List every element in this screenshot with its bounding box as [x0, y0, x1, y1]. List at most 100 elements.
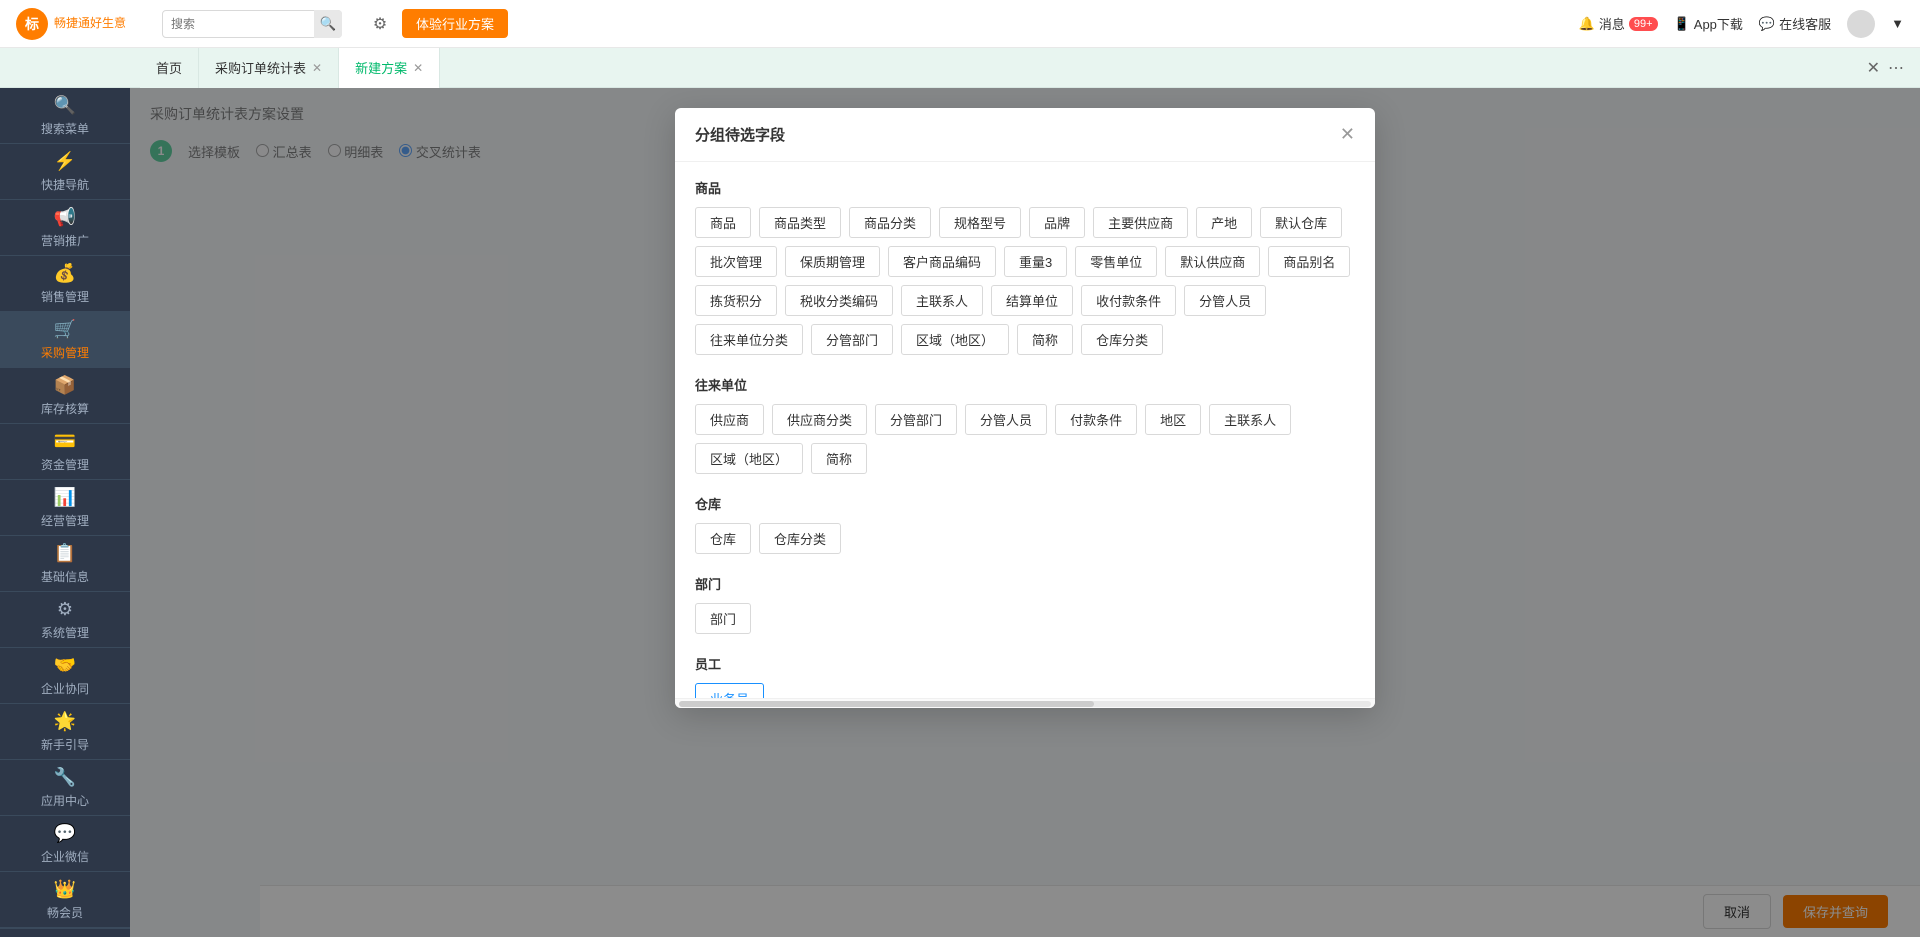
field-tag[interactable]: 主联系人 — [1209, 404, 1291, 435]
field-tag[interactable]: 主联系人 — [901, 285, 983, 316]
tab-purchase-stats-close[interactable]: ✕ — [312, 61, 322, 75]
sidebar-item-shortcut[interactable]: ⚡ 快捷导航 — [0, 144, 130, 200]
logo-area: 标 畅捷通好生意 — [16, 8, 146, 40]
tab-new-plan-close[interactable]: ✕ — [413, 61, 423, 75]
field-tag[interactable]: 往来单位分类 — [695, 324, 803, 355]
field-tag[interactable]: 付款条件 — [1055, 404, 1137, 435]
field-tag[interactable]: 仓库 — [695, 523, 751, 554]
search-box: 🔍 — [162, 10, 342, 38]
field-tag[interactable]: 拣货积分 — [695, 285, 777, 316]
field-tag[interactable]: 商品类型 — [759, 207, 841, 238]
field-tag[interactable]: 仓库分类 — [759, 523, 841, 554]
tab-home-label: 首页 — [156, 58, 182, 77]
service-icon: 💬 — [1759, 16, 1775, 32]
avatar[interactable] — [1847, 10, 1875, 38]
field-tag[interactable]: 品牌 — [1029, 207, 1085, 238]
trial-button[interactable]: 体验行业方案 — [402, 9, 508, 38]
field-tag[interactable]: 商品分类 — [849, 207, 931, 238]
field-tag[interactable]: 地区 — [1145, 404, 1201, 435]
modal-close-button[interactable]: ✕ — [1340, 124, 1355, 145]
field-tag[interactable]: 区域（地区） — [695, 443, 803, 474]
field-tag[interactable]: 商品 — [695, 207, 751, 238]
settings-icon[interactable]: ⚙ — [366, 10, 394, 38]
notification-button[interactable]: 🔔 消息 99+ — [1579, 14, 1658, 33]
section-contacts-title: 往来单位 — [695, 375, 1355, 394]
section-goods: 商品 商品 商品类型 商品分类 规格型号 品牌 主要供应商 产地 默认仓库 批次… — [695, 178, 1355, 355]
horizontal-scrollbar-thumb — [679, 701, 1094, 707]
sidebar-item-search[interactable]: 🔍 搜索菜单 — [0, 88, 130, 144]
sidebar-item-wechat[interactable]: 💬 企业微信 — [0, 816, 130, 872]
field-tag[interactable]: 简称 — [811, 443, 867, 474]
field-tag[interactable]: 主要供应商 — [1093, 207, 1188, 238]
app-download-button[interactable]: 📱 App下载 — [1674, 14, 1743, 33]
field-tag[interactable]: 仓库分类 — [1081, 324, 1163, 355]
tab-home[interactable]: 首页 — [140, 48, 199, 88]
field-tag[interactable]: 税收分类编码 — [785, 285, 893, 316]
field-tag[interactable]: 客户商品编码 — [888, 246, 996, 277]
field-tag[interactable]: 分管部门 — [811, 324, 893, 355]
main-layout: 🔍 搜索菜单 ⚡ 快捷导航 📢 营销推广 💰 销售管理 🛒 采购管理 📦 库存核… — [0, 88, 1920, 937]
top-right-actions: 🔔 消息 99+ 📱 App下载 💬 在线客服 ▼ — [1579, 10, 1904, 38]
field-tag[interactable]: 简称 — [1017, 324, 1073, 355]
field-tag-salesperson[interactable]: 业务员 — [695, 683, 764, 698]
field-tag[interactable]: 零售单位 — [1075, 246, 1157, 277]
tab-new-plan-label: 新建方案 — [355, 58, 407, 77]
sidebar-item-app-center[interactable]: 🔧 应用中心 — [0, 760, 130, 816]
sidebar-item-collab[interactable]: 🤝 企业协同 — [0, 648, 130, 704]
field-tag[interactable]: 收付款条件 — [1081, 285, 1176, 316]
search-button[interactable]: 🔍 — [314, 10, 342, 38]
field-tag[interactable]: 保质期管理 — [785, 246, 880, 277]
sidebar-item-collab-label: 企业协同 — [41, 680, 89, 697]
field-tag[interactable]: 供应商 — [695, 404, 764, 435]
field-tag[interactable]: 分管人员 — [1184, 285, 1266, 316]
sidebar-item-basic-info[interactable]: 📋 基础信息 — [0, 536, 130, 592]
field-tag[interactable]: 默认仓库 — [1260, 207, 1342, 238]
app-download-label: App下载 — [1694, 14, 1743, 33]
section-contacts-fields: 供应商 供应商分类 分管部门 分管人员 付款条件 地区 主联系人 区域（地区） … — [695, 404, 1355, 474]
sidebar-item-marketing[interactable]: 📢 营销推广 — [0, 200, 130, 256]
sidebar-item-operations-label: 经营管理 — [41, 512, 89, 529]
topbar: 标 畅捷通好生意 🔍 ⚙ 体验行业方案 🔔 消息 99+ 📱 App下载 💬 在… — [0, 0, 1920, 48]
sidebar-item-finance[interactable]: 💳 资金管理 — [0, 424, 130, 480]
field-tag[interactable]: 分管部门 — [875, 404, 957, 435]
finance-icon: 💳 — [54, 431, 76, 452]
sidebar-item-purchase[interactable]: 🛒 采购管理 — [0, 312, 130, 368]
tab-new-plan[interactable]: 新建方案 ✕ — [339, 48, 440, 88]
field-tag[interactable]: 商品别名 — [1268, 246, 1350, 277]
field-tag[interactable]: 供应商分类 — [772, 404, 867, 435]
sidebar-item-shortcut-label: 快捷导航 — [41, 176, 89, 193]
sidebar-item-guide[interactable]: 🌟 新手引导 — [0, 704, 130, 760]
sidebar-item-vip[interactable]: 👑 畅会员 — [0, 872, 130, 928]
section-employee-fields: 业务员 — [695, 683, 1355, 698]
tab-close-icon[interactable]: ✕ — [1867, 58, 1880, 78]
online-service-button[interactable]: 💬 在线客服 — [1759, 14, 1831, 33]
sidebar-item-inventory[interactable]: 📦 库存核算 — [0, 368, 130, 424]
operations-icon: 📊 — [54, 487, 76, 508]
field-tag[interactable]: 区域（地区） — [901, 324, 1009, 355]
sales-icon: 💰 — [54, 263, 76, 284]
tab-purchase-stats[interactable]: 采购订单统计表 ✕ — [199, 48, 339, 88]
collab-icon: 🤝 — [54, 655, 76, 676]
modal-scrollbar[interactable] — [675, 698, 1375, 708]
sidebar-item-operations[interactable]: 📊 经营管理 — [0, 480, 130, 536]
sidebar-item-sales[interactable]: 💰 销售管理 — [0, 256, 130, 312]
field-tag[interactable]: 部门 — [695, 603, 751, 634]
field-tag[interactable]: 批次管理 — [695, 246, 777, 277]
field-tag[interactable]: 重量3 — [1004, 246, 1067, 277]
field-tag[interactable]: 产地 — [1196, 207, 1252, 238]
user-menu-icon[interactable]: ▼ — [1891, 16, 1904, 31]
logo-text: 畅捷通好生意 — [54, 16, 126, 30]
tab-more-icon[interactable]: ⋯ — [1888, 58, 1904, 78]
field-tag[interactable]: 规格型号 — [939, 207, 1021, 238]
field-tag[interactable]: 结算单位 — [991, 285, 1073, 316]
sidebar-item-system[interactable]: ⚙ 系统管理 — [0, 592, 130, 648]
section-employee-title: 员工 — [695, 654, 1355, 673]
sidebar-item-finance-label: 资金管理 — [41, 456, 89, 473]
purchase-icon: 🛒 — [54, 319, 76, 340]
field-tag[interactable]: 分管人员 — [965, 404, 1047, 435]
modal-body[interactable]: 商品 商品 商品类型 商品分类 规格型号 品牌 主要供应商 产地 默认仓库 批次… — [675, 162, 1375, 698]
horizontal-scrollbar[interactable] — [679, 701, 1371, 707]
field-tag[interactable]: 默认供应商 — [1165, 246, 1260, 277]
basic-info-icon: 📋 — [54, 543, 76, 564]
marketing-icon: 📢 — [54, 207, 76, 228]
